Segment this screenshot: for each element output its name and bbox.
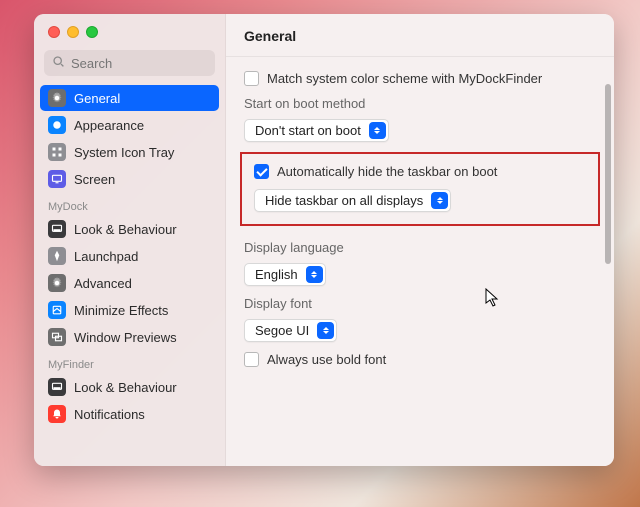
sidebar-item-system-icon-tray[interactable]: System Icon Tray [40, 139, 219, 165]
match-color-label: Match system color scheme with MyDockFin… [267, 71, 542, 86]
sidebar-item-launchpad[interactable]: Launchpad [40, 243, 219, 269]
sidebar-item-label: System Icon Tray [74, 145, 174, 160]
auto-hide-taskbar-label: Automatically hide the taskbar on boot [277, 164, 497, 179]
sidebar-item-label: Minimize Effects [74, 303, 168, 318]
search-icon [52, 55, 65, 71]
window-controls [34, 14, 225, 48]
sidebar-item-general[interactable]: General [40, 85, 219, 111]
close-window-button[interactable] [48, 26, 60, 38]
launchpad-icon [48, 247, 66, 265]
bold-font-checkbox[interactable] [244, 352, 259, 367]
sidebar-item-advanced[interactable]: Advanced [40, 270, 219, 296]
boot-method-label: Start on boot method [244, 96, 596, 111]
minimize-icon [48, 301, 66, 319]
display-language-label: Display language [244, 240, 596, 255]
sidebar-item-minimize-effects[interactable]: Minimize Effects [40, 297, 219, 323]
minimize-window-button[interactable] [67, 26, 79, 38]
gear-icon [48, 89, 66, 107]
preview-icon [48, 328, 66, 346]
sidebar-section-myfinder: MyFinder [40, 351, 219, 373]
display-language-value: English [255, 267, 298, 282]
boot-method-select[interactable]: Don't start on boot [244, 119, 389, 142]
sidebar-item-screen[interactable]: Screen [40, 166, 219, 192]
display-font-value: Segoe UI [255, 323, 309, 338]
sidebar-item-look-behaviour[interactable]: Look & Behaviour [40, 216, 219, 242]
sidebar-item-label: Advanced [74, 276, 132, 291]
chevron-updown-icon [317, 322, 334, 339]
gear-icon [48, 274, 66, 292]
bold-font-label: Always use bold font [267, 352, 386, 367]
hide-taskbar-scope-value: Hide taskbar on all displays [265, 193, 423, 208]
sidebar-section-mydock: MyDock [40, 193, 219, 215]
sidebar-item-label: Window Previews [74, 330, 177, 345]
settings-content: Match system color scheme with MyDockFin… [226, 57, 614, 466]
sidebar-item-label: Screen [74, 172, 115, 187]
sidebar-item-appearance[interactable]: Appearance [40, 112, 219, 138]
appearance-icon [48, 116, 66, 134]
auto-hide-taskbar-checkbox[interactable] [254, 164, 269, 179]
zoom-window-button[interactable] [86, 26, 98, 38]
chevron-updown-icon [431, 192, 448, 209]
taskbar-settings-highlight: Automatically hide the taskbar on boot H… [240, 152, 600, 226]
search-input[interactable] [71, 56, 247, 71]
bell-icon [48, 405, 66, 423]
grid-icon [48, 143, 66, 161]
sidebar-item-label: Look & Behaviour [74, 222, 177, 237]
sidebar-item-label: Appearance [74, 118, 144, 133]
scrollbar[interactable] [605, 84, 611, 264]
sidebar-list: GeneralAppearanceSystem Icon TrayScreen … [34, 84, 225, 466]
display-font-label: Display font [244, 296, 596, 311]
sidebar: GeneralAppearanceSystem Icon TrayScreen … [34, 14, 226, 466]
sidebar-item-notifications[interactable]: Notifications [40, 401, 219, 427]
sidebar-item-label: Notifications [74, 407, 145, 422]
preferences-window: GeneralAppearanceSystem Icon TrayScreen … [34, 14, 614, 466]
page-title: General [226, 14, 614, 57]
match-color-checkbox[interactable] [244, 71, 259, 86]
sidebar-item-label: General [74, 91, 120, 106]
search-field[interactable] [44, 50, 215, 76]
dock-icon [48, 378, 66, 396]
chevron-updown-icon [369, 122, 386, 139]
screen-icon [48, 170, 66, 188]
sidebar-item-window-previews[interactable]: Window Previews [40, 324, 219, 350]
sidebar-item-look-behaviour[interactable]: Look & Behaviour [40, 374, 219, 400]
display-font-select[interactable]: Segoe UI [244, 319, 337, 342]
display-language-select[interactable]: English [244, 263, 326, 286]
dock-icon [48, 220, 66, 238]
main-panel: General Match system color scheme with M… [226, 14, 614, 466]
sidebar-item-label: Look & Behaviour [74, 380, 177, 395]
boot-method-value: Don't start on boot [255, 123, 361, 138]
hide-taskbar-scope-select[interactable]: Hide taskbar on all displays [254, 189, 451, 212]
sidebar-item-label: Launchpad [74, 249, 138, 264]
chevron-updown-icon [306, 266, 323, 283]
